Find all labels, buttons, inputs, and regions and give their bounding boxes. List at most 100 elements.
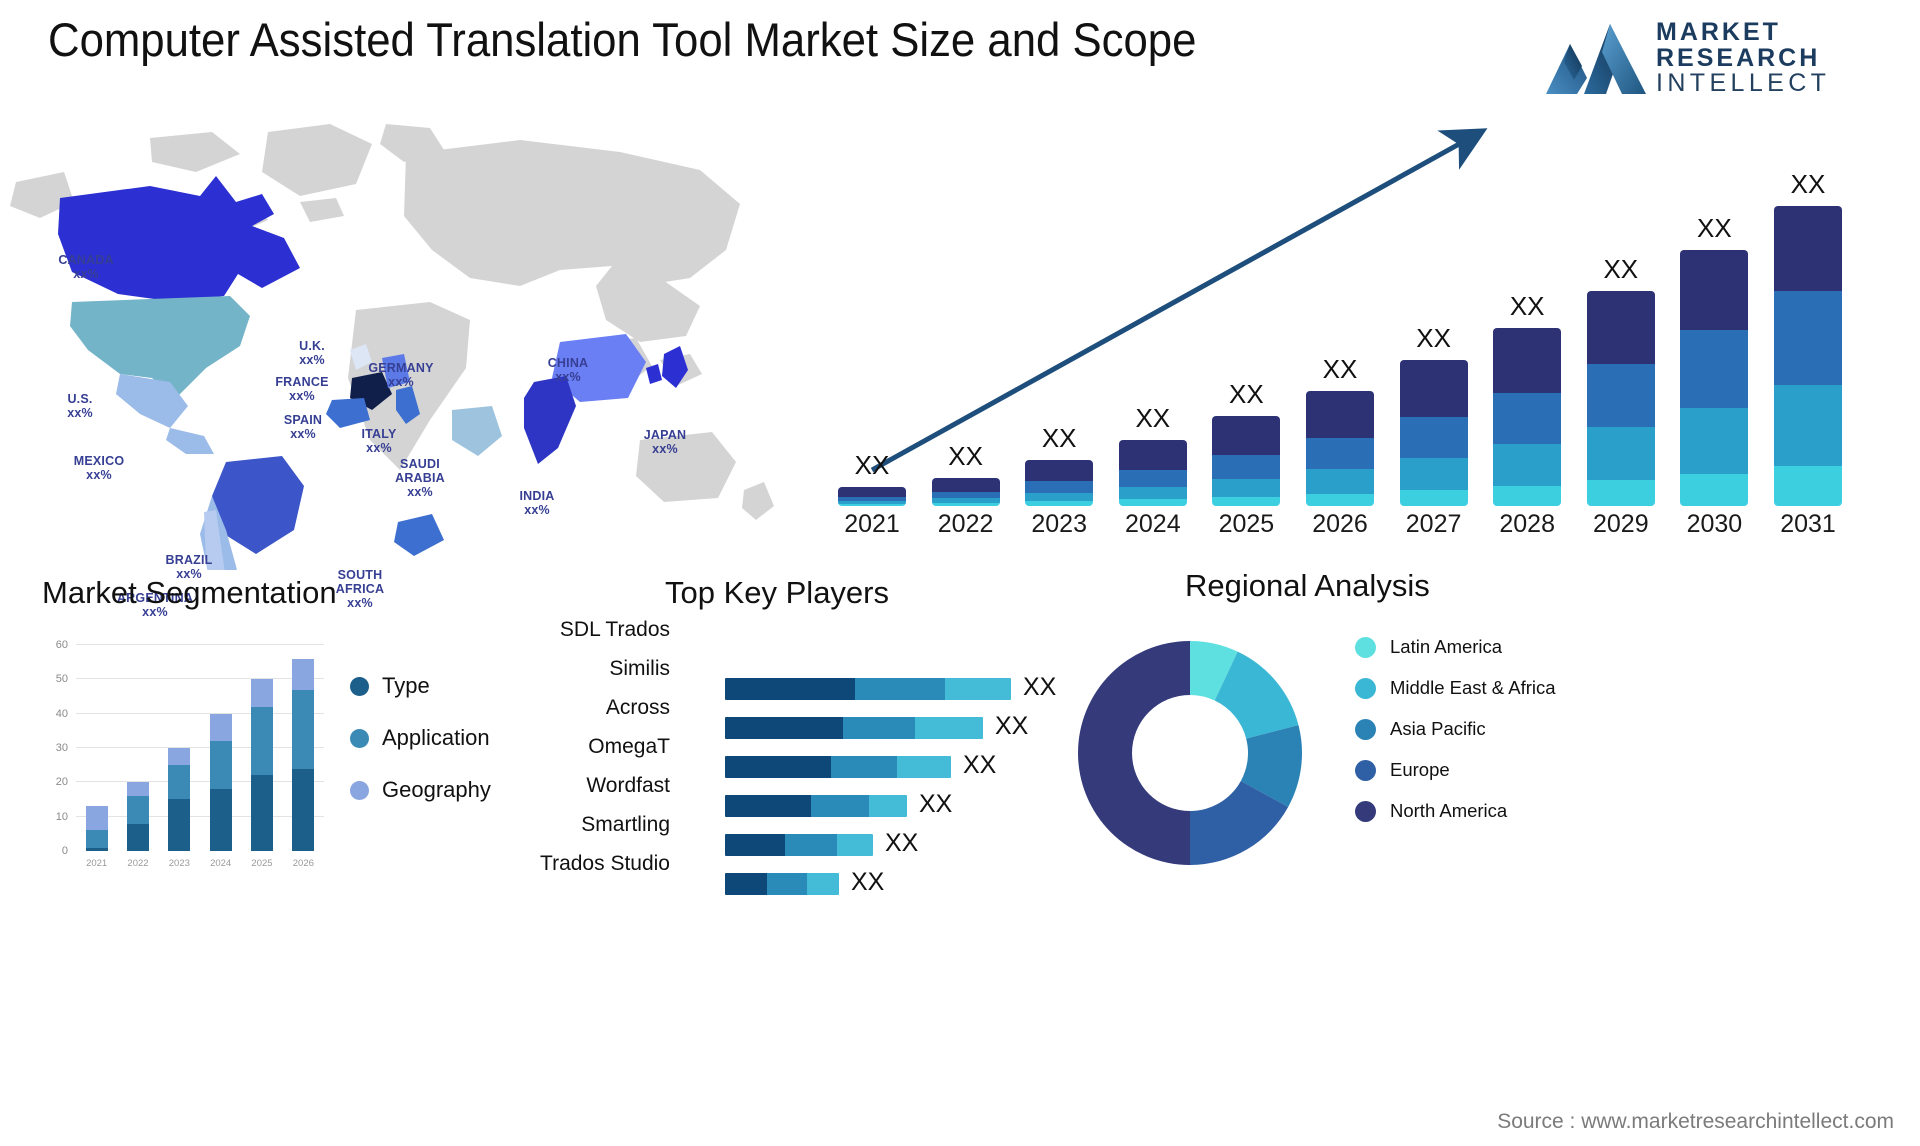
forecast-bar-segment: [1586, 291, 1655, 365]
regional-legend-label: North America: [1390, 800, 1508, 821]
segmentation-legend-item: Application: [350, 725, 491, 751]
forecast-bar-segment: [1118, 499, 1187, 506]
segmentation-bar-segment: [168, 765, 191, 800]
regional-legend-swatch: [1355, 678, 1376, 699]
forecast-bar-stack: [931, 477, 1000, 506]
forecast-bar-stack: [1025, 459, 1094, 506]
map-label-germany: GERMANY xx%: [368, 361, 434, 389]
forecast-year-label: 2028: [1499, 510, 1555, 538]
segmentation-bar-segment: [85, 830, 108, 848]
segmentation-bar-segment: [209, 789, 232, 851]
segmentation-gridline: [76, 781, 324, 783]
brand-logo: MARKET RESEARCH INTELLECT: [1544, 14, 1892, 102]
player-name-label: Similis: [609, 657, 670, 680]
segmentation-x-tick: 2023: [168, 858, 190, 869]
forecast-bar-segment: [1025, 492, 1094, 502]
forecast-bar-segment: [1586, 364, 1655, 428]
forecast-bar-value-label: XX: [1322, 353, 1358, 384]
forecast-bar-segment: [1306, 437, 1374, 470]
segmentation-bar-segment: [127, 823, 149, 851]
forecast-year-label: 2021: [844, 510, 900, 538]
forecast-bar-segment: [1212, 416, 1281, 455]
segmentation-gridline: [76, 815, 324, 817]
segmentation-gridline: [76, 712, 324, 714]
forecast-bar-segment: [1774, 206, 1842, 292]
segmentation-legend-swatch: [350, 780, 369, 800]
segmentation-y-tick: 50: [55, 673, 68, 686]
forecast-bar-value-label: XX: [1041, 422, 1077, 453]
segmentation-x-tick: 2026: [292, 858, 314, 869]
segmentation-legend-swatch: [350, 676, 369, 696]
map-label-u-k: U.K. xx%: [299, 339, 325, 367]
forecast-bar-segment: [1493, 328, 1562, 394]
player-row: Smartling XX: [520, 812, 1080, 857]
map-label-china: CHINA xx%: [547, 356, 589, 384]
segmentation-y-tick: 10: [55, 810, 68, 823]
regional-legend-swatch: [1355, 801, 1376, 822]
donut-slice: [1078, 641, 1190, 865]
forecast-bar-segment: [931, 477, 1000, 492]
segmentation-bar-segment: [292, 658, 315, 690]
map-region-south-africa: [394, 514, 444, 556]
forecast-bar-stack: [1212, 416, 1281, 506]
map-label-canada: CANADA xx%: [58, 253, 114, 281]
regional-legend-item: North America: [1355, 800, 1556, 822]
player-row: Similis XX: [520, 656, 1080, 701]
regional-legend-label: Asia Pacific: [1390, 718, 1486, 739]
player-row: SDL Trados: [520, 617, 1080, 657]
forecast-bar-value-label: XX: [1135, 402, 1171, 433]
forecast-year-label: 2031: [1780, 510, 1836, 538]
market-segmentation-panel: Market Segmentation 60 50 40 30 20 10 0 2021 202…: [20, 565, 540, 925]
segmentation-y-tick: 20: [55, 776, 68, 789]
segmentation-legend-swatch: [350, 728, 369, 748]
forecast-bar-segment: [1680, 473, 1749, 506]
regional-analysis-panel: Regional Analysis Latin America Middle Ea…: [1078, 560, 1900, 940]
player-bar-segment: [767, 873, 807, 895]
forecast-bar-segment: [1306, 493, 1374, 506]
map-label-mexico: MEXICO xx%: [73, 454, 125, 482]
regional-analysis-title: Regional Analysis: [1185, 568, 1430, 603]
segmentation-bar-segment: [85, 847, 108, 851]
player-bar: [725, 873, 839, 895]
regional-legend-label: Latin America: [1390, 636, 1503, 657]
forecast-bar-stack: [1680, 250, 1749, 506]
player-bar-segment: [807, 873, 839, 895]
player-value-label: XX: [851, 868, 885, 896]
forecast-bar-segment: [838, 487, 906, 498]
segmentation-bar-segment: [251, 679, 273, 707]
player-row: Wordfast XX: [520, 773, 1080, 818]
segmentation-x-tick: 2021: [86, 858, 108, 869]
forecast-year-axis: 2021 2022 2023 2024 2025 2026 2027 2028 2029 2030…: [830, 506, 1910, 538]
forecast-bar-segment: [1118, 470, 1187, 488]
player-bar-segment: [725, 873, 767, 895]
regional-legend-label: Europe: [1390, 759, 1450, 780]
player-name-label: OmegaT: [588, 735, 670, 758]
regional-analysis-donut-chart: [1078, 641, 1302, 865]
top-key-players-panel: Top Key Players SDL Trados Similis XX Acros…: [520, 565, 1080, 925]
regional-legend-item: Asia Pacific: [1355, 718, 1556, 740]
segmentation-bar: [292, 658, 315, 851]
segmentation-bar-segment: [168, 748, 191, 766]
forecast-bar-stack: [838, 487, 906, 506]
forecast-bar-segment: [1493, 486, 1562, 506]
world-map-graphic: [10, 124, 774, 570]
map-region-canada: [58, 176, 300, 302]
forecast-bar-segment: [1025, 459, 1094, 482]
segmentation-bar-segment: [168, 799, 191, 851]
player-name-label: SDL Trados: [559, 618, 670, 641]
segmentation-bar-segment: [127, 796, 149, 824]
mountain-m-logo-icon: [1546, 24, 1646, 94]
forecast-bar-value-label: XX: [854, 450, 890, 481]
segmentation-bar-segment: [85, 806, 108, 831]
regional-legend-swatch: [1355, 637, 1376, 658]
forecast-bar-chart: XX XX XX XX XX XX XX XX XX XX XX 2021 2022 2023 2024 2…: [830, 120, 1910, 540]
forecast-bar-segment: [1212, 478, 1281, 497]
segmentation-y-tick: 0: [61, 845, 68, 857]
segmentation-legend-item: Type: [350, 673, 491, 699]
forecast-bar-segment: [1680, 407, 1749, 474]
player-row: Across XX: [520, 695, 1080, 740]
forecast-bar-value-label: XX: [1509, 291, 1545, 322]
map-label-france: FRANCE xx%: [275, 375, 329, 403]
segmentation-bar-segment: [292, 768, 315, 851]
forecast-bar-segment: [1212, 496, 1281, 506]
